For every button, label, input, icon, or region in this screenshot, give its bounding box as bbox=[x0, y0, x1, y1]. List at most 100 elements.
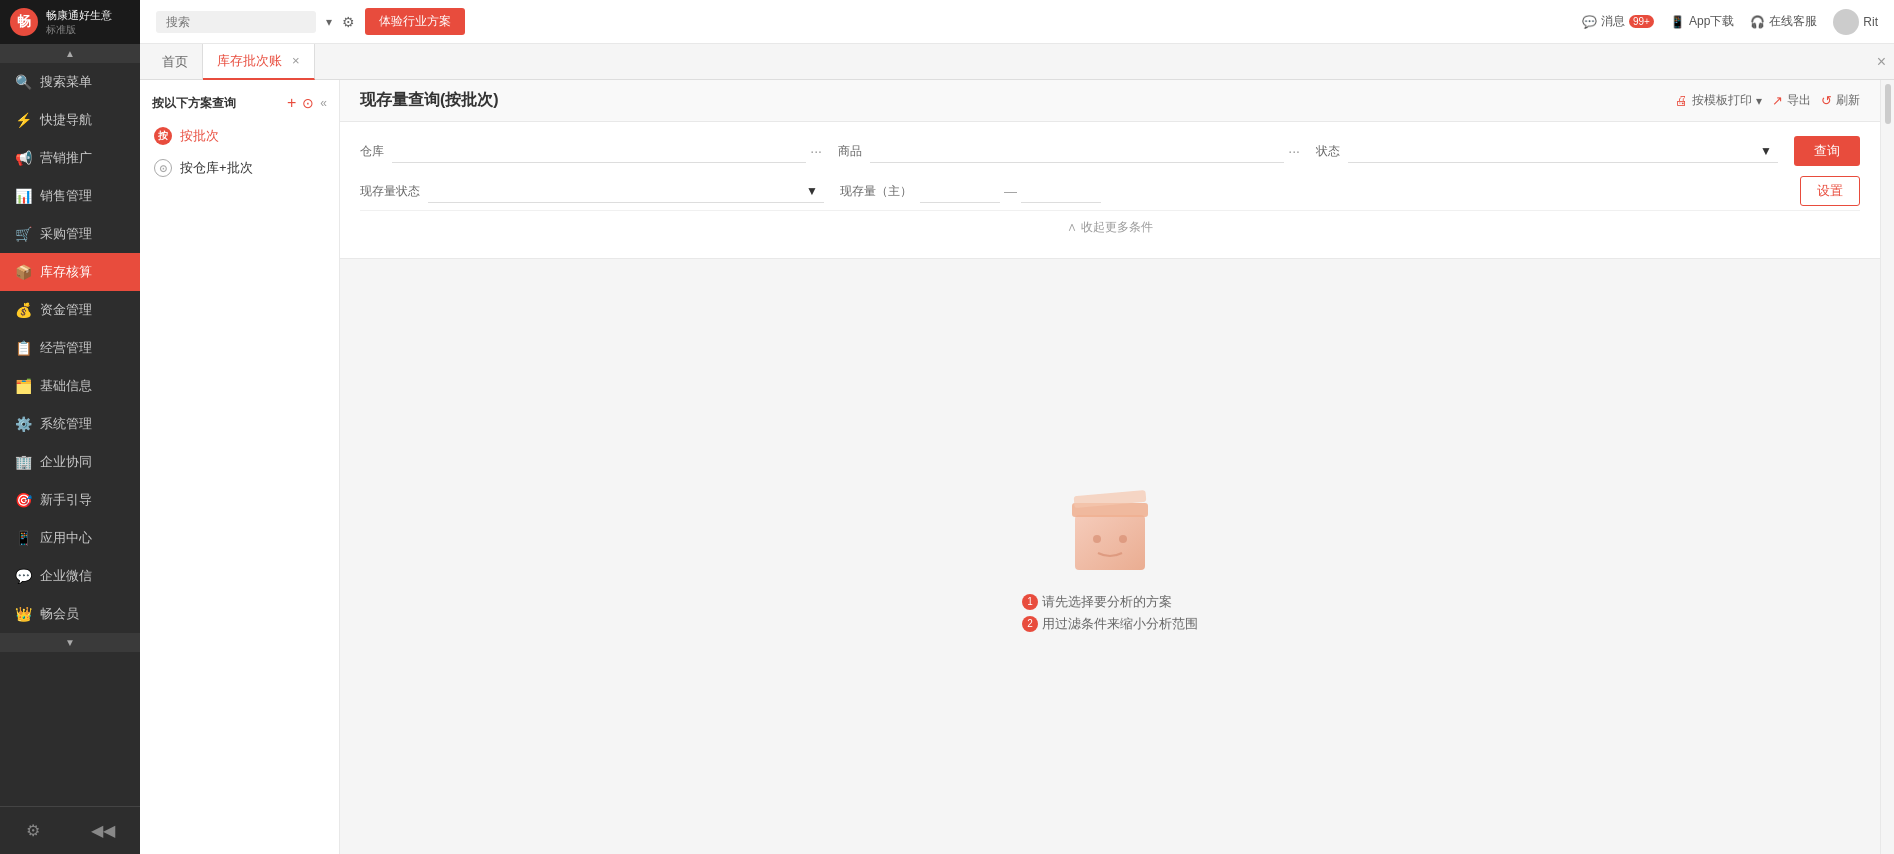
sidebar-logo: 畅 bbox=[10, 8, 38, 36]
schema-item-by-batch[interactable]: 按 按批次 bbox=[140, 120, 339, 152]
left-panel: 按以下方案查询 + ⊙ « 按 按批次 ⊙ 按仓库+批次 bbox=[140, 80, 340, 854]
empty-svg bbox=[1050, 477, 1170, 577]
refresh-button[interactable]: ↺ 刷新 bbox=[1821, 92, 1860, 109]
add-schema-button[interactable]: + bbox=[287, 94, 296, 112]
topbar-gear-icon[interactable]: ⚙ bbox=[342, 14, 355, 30]
stock-status-label: 现存量状态 bbox=[360, 183, 420, 200]
sidebar-item-system[interactable]: ⚙️ 系统管理 bbox=[0, 405, 140, 443]
sidebar-item-guide[interactable]: 🎯 新手引导 bbox=[0, 481, 140, 519]
stock-qty-label: 现存量（主） bbox=[840, 183, 912, 200]
finance-icon: 💰 bbox=[14, 302, 32, 318]
export-button[interactable]: ↗ 导出 bbox=[1772, 92, 1811, 109]
collapse-filters-button[interactable]: ∧ 收起更多条件 bbox=[360, 210, 1860, 244]
stock-qty-filter: 现存量（主） — bbox=[840, 180, 1304, 203]
sidebar-item-basic[interactable]: 🗂️ 基础信息 bbox=[0, 367, 140, 405]
search-input[interactable] bbox=[156, 11, 316, 33]
guide-icon: 🎯 bbox=[14, 492, 32, 508]
status-select[interactable]: ▼ bbox=[1348, 140, 1778, 163]
print-button[interactable]: 🖨 按模板打印 ▾ bbox=[1675, 92, 1762, 109]
sidebar-item-enterprise[interactable]: 🏢 企业协同 bbox=[0, 443, 140, 481]
collapse-left-panel-button[interactable]: « bbox=[320, 96, 327, 110]
empty-illustration bbox=[1050, 477, 1170, 577]
basic-icon: 🗂️ bbox=[14, 378, 32, 394]
system-icon: ⚙️ bbox=[14, 416, 32, 432]
query-button[interactable]: 查询 bbox=[1794, 136, 1860, 166]
sidebar-item-sales[interactable]: 📊 销售管理 bbox=[0, 177, 140, 215]
tab-home[interactable]: 首页 bbox=[148, 44, 203, 80]
sales-icon: 📊 bbox=[14, 188, 32, 204]
sidebar-item-operations[interactable]: 📋 经营管理 bbox=[0, 329, 140, 367]
print-icon: 🖨 bbox=[1675, 93, 1688, 108]
scrollbar-thumb[interactable] bbox=[1885, 84, 1891, 124]
topbar-left: ▾ ⚙ 体验行业方案 bbox=[156, 8, 465, 35]
svg-point-4 bbox=[1119, 535, 1127, 543]
print-dropdown-icon[interactable]: ▾ bbox=[1756, 94, 1762, 108]
operations-icon: 📋 bbox=[14, 340, 32, 356]
stock-qty-from-input[interactable] bbox=[920, 180, 1000, 203]
warehouse-more-button[interactable]: ··· bbox=[810, 143, 822, 159]
page-title: 现存量查询(按批次) bbox=[360, 90, 499, 111]
tabs-bar: 首页 库存批次账 × × bbox=[140, 44, 1894, 80]
warehouse-input[interactable] bbox=[392, 140, 806, 163]
status-dropdown-icon: ▼ bbox=[1760, 144, 1772, 158]
search-dropdown-icon[interactable]: ▾ bbox=[326, 15, 332, 29]
schema-item-by-warehouse-batch[interactable]: ⊙ 按仓库+批次 bbox=[140, 152, 339, 184]
app-download-button[interactable]: 📱 App下载 bbox=[1670, 13, 1734, 30]
app-download-icon: 📱 bbox=[1670, 15, 1685, 29]
sidebar-item-finance[interactable]: 💰 资金管理 bbox=[0, 291, 140, 329]
stock-qty-to-input[interactable] bbox=[1021, 180, 1101, 203]
search-icon: 🔍 bbox=[14, 74, 32, 90]
sidebar-scroll-up[interactable]: ▲ bbox=[0, 44, 140, 63]
wechat-icon: 💬 bbox=[14, 568, 32, 584]
settings-bottom-icon[interactable]: ⚙ bbox=[20, 815, 46, 846]
left-panel-title: 按以下方案查询 bbox=[152, 95, 236, 112]
sidebar-header: 畅 畅康通好生意 标准版 bbox=[0, 0, 140, 44]
status-label: 状态 bbox=[1316, 143, 1340, 160]
product-more-button[interactable]: ··· bbox=[1288, 143, 1300, 159]
sidebar-item-member[interactable]: 👑 畅会员 bbox=[0, 595, 140, 633]
purchase-icon: 🛒 bbox=[14, 226, 32, 242]
topbar: ▾ ⚙ 体验行业方案 💬 消息 99+ 📱 App下载 🎧 在线客服 Rit bbox=[140, 0, 1894, 44]
avatar bbox=[1833, 9, 1859, 35]
right-scrollbar bbox=[1880, 80, 1894, 854]
svg-rect-0 bbox=[1075, 515, 1145, 570]
sidebar-item-quick-nav[interactable]: ⚡ 快捷导航 bbox=[0, 101, 140, 139]
right-content: 现存量查询(按批次) 🖨 按模板打印 ▾ ↗ 导出 ↺ 刷新 bbox=[340, 80, 1880, 854]
product-label: 商品 bbox=[838, 143, 862, 160]
sidebar-item-marketing[interactable]: 📢 营销推广 bbox=[0, 139, 140, 177]
settings-button[interactable]: 设置 bbox=[1800, 176, 1860, 206]
schema-inactive-icon: ⊙ bbox=[154, 159, 172, 177]
enterprise-icon: 🏢 bbox=[14, 454, 32, 470]
marketing-icon: 📢 bbox=[14, 150, 32, 166]
user-menu[interactable]: Rit bbox=[1833, 9, 1878, 35]
support-icon: 🎧 bbox=[1750, 15, 1765, 29]
sidebar-brand: 畅康通好生意 标准版 bbox=[46, 8, 112, 35]
export-icon: ↗ bbox=[1772, 93, 1783, 108]
sidebar-scroll-down[interactable]: ▼ bbox=[0, 633, 140, 652]
message-button[interactable]: 💬 消息 99+ bbox=[1582, 13, 1654, 30]
inventory-icon: 📦 bbox=[14, 264, 32, 280]
sidebar-item-inventory[interactable]: 📦 库存核算 bbox=[0, 253, 140, 291]
sidebar-item-purchase[interactable]: 🛒 采购管理 bbox=[0, 215, 140, 253]
product-filter: 商品 ··· bbox=[838, 140, 1300, 163]
stock-status-select[interactable]: ▼ bbox=[428, 180, 824, 203]
message-badge: 99+ bbox=[1629, 15, 1654, 28]
close-all-tabs-button[interactable]: × bbox=[1877, 53, 1886, 71]
refresh-icon: ↺ bbox=[1821, 93, 1832, 108]
product-input[interactable] bbox=[870, 140, 1284, 163]
trial-button[interactable]: 体验行业方案 bbox=[365, 8, 465, 35]
main-area: ▾ ⚙ 体验行业方案 💬 消息 99+ 📱 App下载 🎧 在线客服 Rit bbox=[140, 0, 1894, 854]
schema-settings-button[interactable]: ⊙ bbox=[302, 95, 314, 111]
collapse-sidebar-icon[interactable]: ◀◀ bbox=[85, 815, 121, 846]
schema-active-icon: 按 bbox=[154, 127, 172, 145]
svg-point-3 bbox=[1093, 535, 1101, 543]
page-actions: 🖨 按模板打印 ▾ ↗ 导出 ↺ 刷新 bbox=[1675, 92, 1860, 109]
sidebar-item-wechat[interactable]: 💬 企业微信 bbox=[0, 557, 140, 595]
tab-inventory-batch[interactable]: 库存批次账 × bbox=[203, 44, 315, 80]
empty-state: 1 请先选择要分析的方案 2 用过滤条件来缩小分析范围 bbox=[340, 259, 1880, 854]
sidebar-item-search[interactable]: 🔍 搜索菜单 bbox=[0, 63, 140, 101]
sidebar-item-app-center[interactable]: 📱 应用中心 bbox=[0, 519, 140, 557]
tab-close-button[interactable]: × bbox=[292, 53, 300, 68]
online-support-button[interactable]: 🎧 在线客服 bbox=[1750, 13, 1817, 30]
left-panel-header: 按以下方案查询 + ⊙ « bbox=[140, 90, 339, 120]
